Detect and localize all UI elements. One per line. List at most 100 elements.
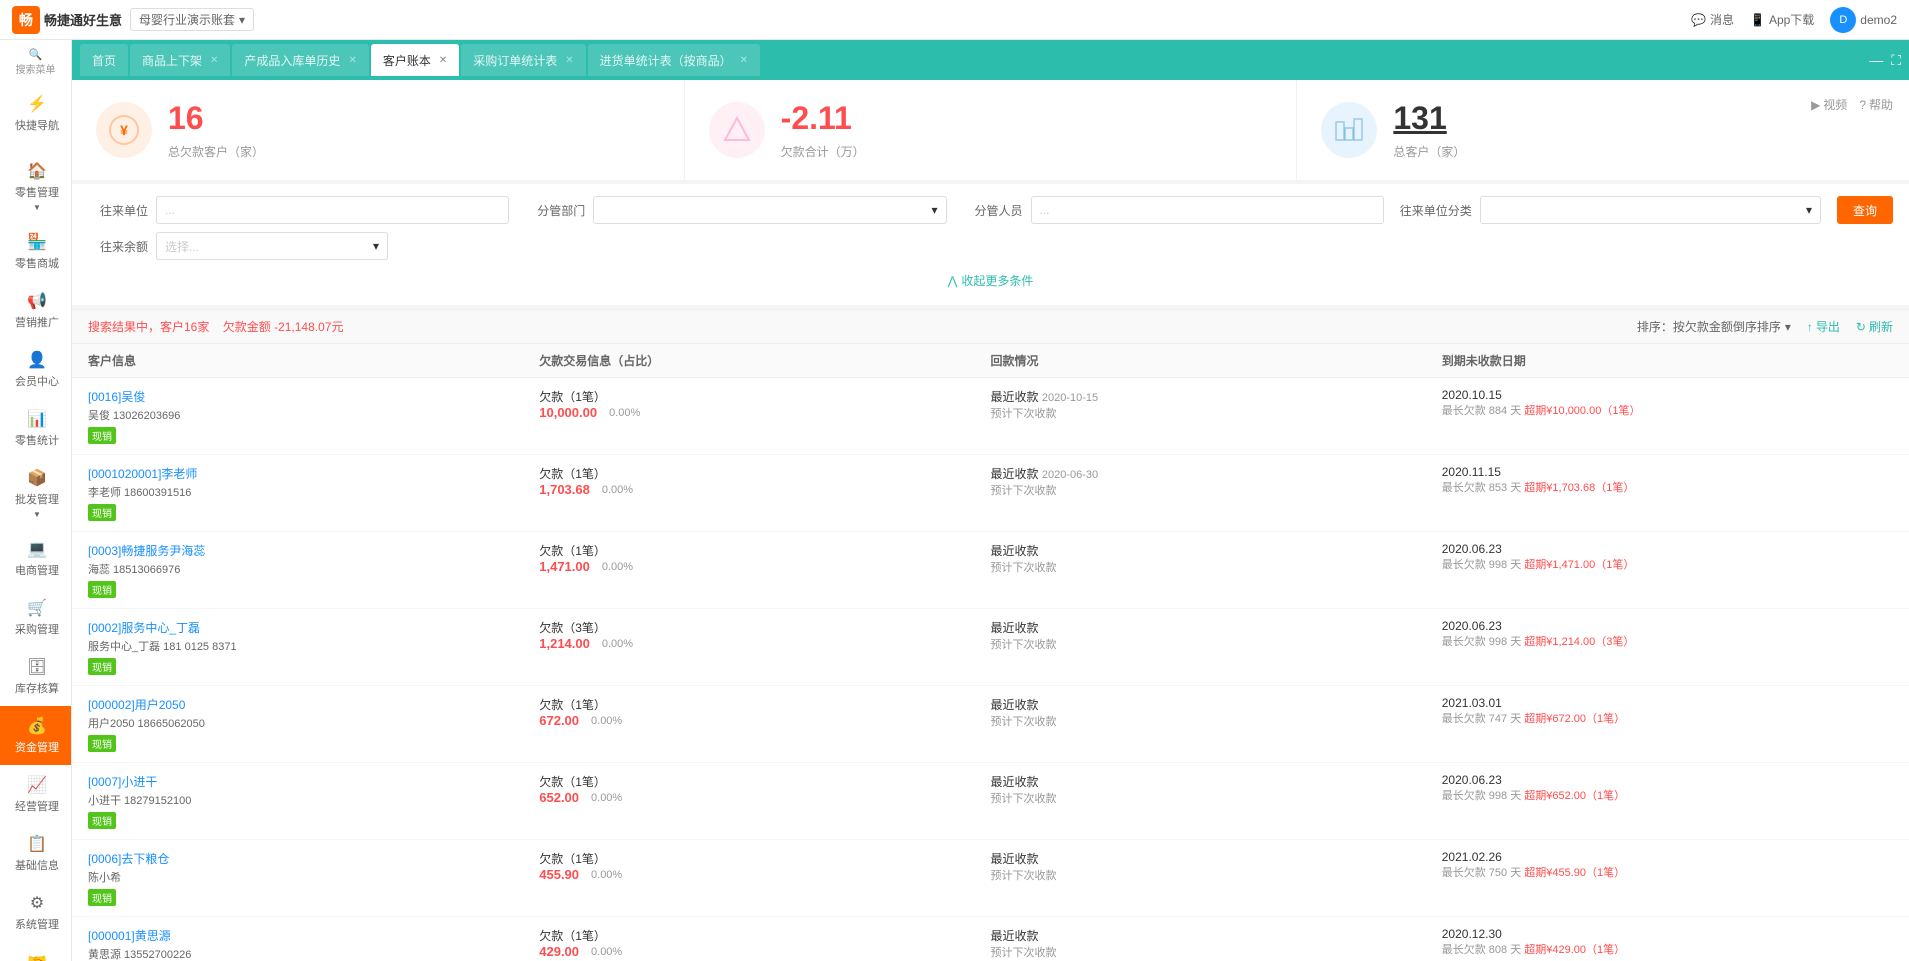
due-overdue-7[interactable]: 超期¥429.00（1笔）	[1524, 944, 1625, 956]
tab-product-history-close[interactable]: ✕	[348, 55, 356, 66]
tab-product-history[interactable]: 产成品入库单历史 ✕	[232, 44, 368, 76]
filter-item-person: 分管人员 ...	[963, 196, 1384, 224]
customer-name-link-6[interactable]: [0006]去下粮仓	[88, 852, 169, 866]
due-overdue-5[interactable]: 超期¥652.00（1笔）	[1524, 790, 1625, 802]
filter-label-unit-class: 往来单位分类	[1400, 202, 1472, 219]
filter-select-unit-class[interactable]: ▾	[1480, 196, 1821, 224]
cell-customer-7: [000001]黄思源 黄思源 13552700226 现销	[88, 927, 539, 961]
sidebar-item-enterprise[interactable]: 🤝 企业协同	[0, 942, 71, 961]
filter-select-balance[interactable]: 选择... ▾	[156, 232, 388, 260]
tab-inventory-stats-close[interactable]: ✕	[740, 55, 748, 66]
filter-area: 往来单位 ... 分管部门 ▾ 分管人员	[72, 184, 1909, 305]
tab-product-shelf[interactable]: 商品上下架 ✕	[130, 44, 230, 76]
customer-name-link-3[interactable]: [0002]服务中心_丁磊	[88, 621, 200, 635]
user-area[interactable]: D demo2	[1830, 7, 1897, 33]
customer-name-link-7[interactable]: [000001]黄思源	[88, 929, 171, 943]
collapse-button[interactable]: ⋀ 收起更多条件	[88, 268, 1893, 293]
return-next-3: 预计下次收款	[991, 636, 1442, 652]
sidebar-item-basic-info[interactable]: 📋 基础信息	[0, 824, 71, 883]
sidebar-item-retail-mall[interactable]: 🏪 零售商城	[0, 222, 71, 281]
filter-input-unit[interactable]: ...	[156, 196, 509, 224]
due-overdue-1[interactable]: 超期¥1,703.68（1笔）	[1524, 482, 1634, 494]
due-days-0: 最长欠款 884 天 超期¥10,000.00（1笔）	[1442, 402, 1893, 418]
message-btn[interactable]: 💬 消息	[1691, 11, 1734, 28]
sidebar-item-inventory[interactable]: 🗄 库存核算	[0, 647, 71, 706]
stat-card-total-debt: -2.11 欠款合计（万）	[685, 80, 1298, 180]
tab-product-shelf-close[interactable]: ✕	[210, 55, 218, 66]
app-download-btn[interactable]: 📱 App下载	[1750, 11, 1814, 28]
sidebar-item-ecommerce[interactable]: 💻 电商管理	[0, 529, 71, 588]
tab-minimize-icon[interactable]: —	[1869, 52, 1883, 69]
retail-stats-icon: 📊	[27, 409, 47, 429]
return-label-3: 最近收款	[991, 619, 1442, 636]
filter-row-2: 往来余额 选择... ▾	[88, 232, 1893, 260]
due-overdue-0[interactable]: 超期¥10,000.00（1笔）	[1524, 405, 1640, 417]
cell-debt-7: 欠款（1笔） 429.00 0.00%	[539, 927, 990, 959]
export-btn[interactable]: ↑ 导出	[1807, 318, 1840, 335]
customer-name-link-1[interactable]: [0001020001]李老师	[88, 467, 197, 481]
return-date-1: 2020-06-30	[1042, 469, 1098, 481]
due-overdue-3[interactable]: 超期¥1,214.00（3笔）	[1524, 636, 1634, 648]
customer-name-link-4[interactable]: [000002]用户2050	[88, 698, 185, 712]
stat-icon-total-debt	[709, 102, 765, 158]
filter-label-unit: 往来单位	[88, 202, 148, 219]
tab-customer-account-close[interactable]: ✕	[439, 55, 447, 66]
search-icon: 🔍	[29, 49, 43, 61]
sidebar-purchase-label: 采购管理	[15, 621, 59, 637]
debt-row-6: 455.90 0.00%	[539, 867, 990, 882]
filter-input-person[interactable]: ...	[1031, 196, 1384, 224]
table-row: [0016]吴俊 吴俊 13026203696 现销 欠款（1笔） 10,000…	[72, 378, 1909, 455]
tab-customer-account[interactable]: 客户账本 ✕	[371, 44, 459, 76]
due-overdue-4[interactable]: 超期¥672.00（1笔）	[1524, 713, 1625, 725]
filter-item-unit: 往来单位 ...	[88, 196, 509, 224]
query-button[interactable]: 查询	[1837, 196, 1893, 224]
sidebar-search[interactable]: 🔍 搜索菜单	[0, 40, 71, 84]
sort-control[interactable]: 排序：按欠款金额倒序排序 ▾	[1637, 318, 1791, 335]
member-icon: 👤	[27, 350, 47, 370]
customer-name-link-2[interactable]: [0003]畅捷服务尹海蕊	[88, 544, 205, 558]
sidebar-item-marketing[interactable]: 📢 营销推广	[0, 281, 71, 340]
sidebar-item-retail-stats[interactable]: 📊 零售统计	[0, 399, 71, 458]
due-overdue-6[interactable]: 超期¥455.90（1笔）	[1524, 867, 1625, 879]
result-info: 搜索结果中，客户16家 欠款金额 -21,148.07元	[88, 318, 343, 335]
sidebar-item-member[interactable]: 👤 会员中心	[0, 340, 71, 399]
batch-mgmt-icon: 📦	[27, 468, 47, 488]
customer-phone-5: 小进干 18279152100	[88, 792, 539, 808]
refresh-btn[interactable]: ↻ 刷新	[1856, 318, 1893, 335]
tab-home[interactable]: 首页	[80, 44, 128, 76]
customer-name-link-0[interactable]: [0016]吴俊	[88, 390, 145, 404]
sidebar-item-retail-mgmt[interactable]: 🏠 零售管理 ▼	[0, 151, 71, 222]
sidebar-item-finance[interactable]: 💰 资金管理	[0, 706, 71, 765]
cell-debt-2: 欠款（1笔） 1,471.00 0.00%	[539, 542, 990, 574]
sidebar-item-purchase[interactable]: 🛒 采购管理	[0, 588, 71, 647]
help-btn[interactable]: ? 帮助	[1859, 96, 1893, 113]
cell-due-3: 2020.06.23 最长欠款 998 天 超期¥1,214.00（3笔）	[1442, 619, 1893, 649]
customer-phone-1: 李老师 18600391516	[88, 484, 539, 500]
tab-expand-icon[interactable]: ⛶	[1891, 52, 1901, 69]
debt-percent-5: 0.00%	[591, 792, 622, 804]
purchase-icon: 🛒	[27, 598, 47, 618]
customer-name-link-5[interactable]: [0007]小进干	[88, 775, 157, 789]
due-overdue-2[interactable]: 超期¥1,471.00（1笔）	[1524, 559, 1634, 571]
tab-inventory-stats[interactable]: 进货单统计表（按商品） ✕	[588, 44, 760, 76]
return-label-6: 最近收款	[991, 850, 1442, 867]
tab-purchase-order[interactable]: 采购订单统计表 ✕	[461, 44, 585, 76]
store-selector[interactable]: 母婴行业演示账套 ▾	[130, 8, 254, 31]
filter-item-unit-class: 往来单位分类 ▾	[1400, 196, 1821, 224]
sidebar-item-nav[interactable]: ⚡ 快捷导航	[0, 84, 71, 143]
customer-tag-4: 现销	[88, 735, 116, 752]
sidebar-item-system[interactable]: ⚙ 系统管理	[0, 883, 71, 942]
tab-purchase-order-close[interactable]: ✕	[565, 55, 573, 66]
due-date-3: 2020.06.23	[1442, 619, 1893, 633]
result-actions: 排序：按欠款金额倒序排序 ▾ ↑ 导出 ↻ 刷新	[1637, 318, 1893, 335]
video-btn[interactable]: ▶ 视频	[1811, 96, 1847, 113]
cell-customer-2: [0003]畅捷服务尹海蕊 海蕊 18513066976 现销	[88, 542, 539, 598]
customer-tag-0: 现销	[88, 427, 116, 444]
nav-icon: ⚡	[27, 94, 47, 114]
sidebar-item-operation[interactable]: 📈 经营管理	[0, 765, 71, 824]
filter-select-dept[interactable]: ▾	[593, 196, 946, 224]
cell-debt-3: 欠款（3笔） 1,214.00 0.00%	[539, 619, 990, 651]
sidebar-item-batch-mgmt[interactable]: 📦 批发管理 ▼	[0, 458, 71, 529]
sidebar-system-label: 系统管理	[15, 916, 59, 932]
cell-return-6: 最近收款 预计下次收款	[991, 850, 1442, 883]
